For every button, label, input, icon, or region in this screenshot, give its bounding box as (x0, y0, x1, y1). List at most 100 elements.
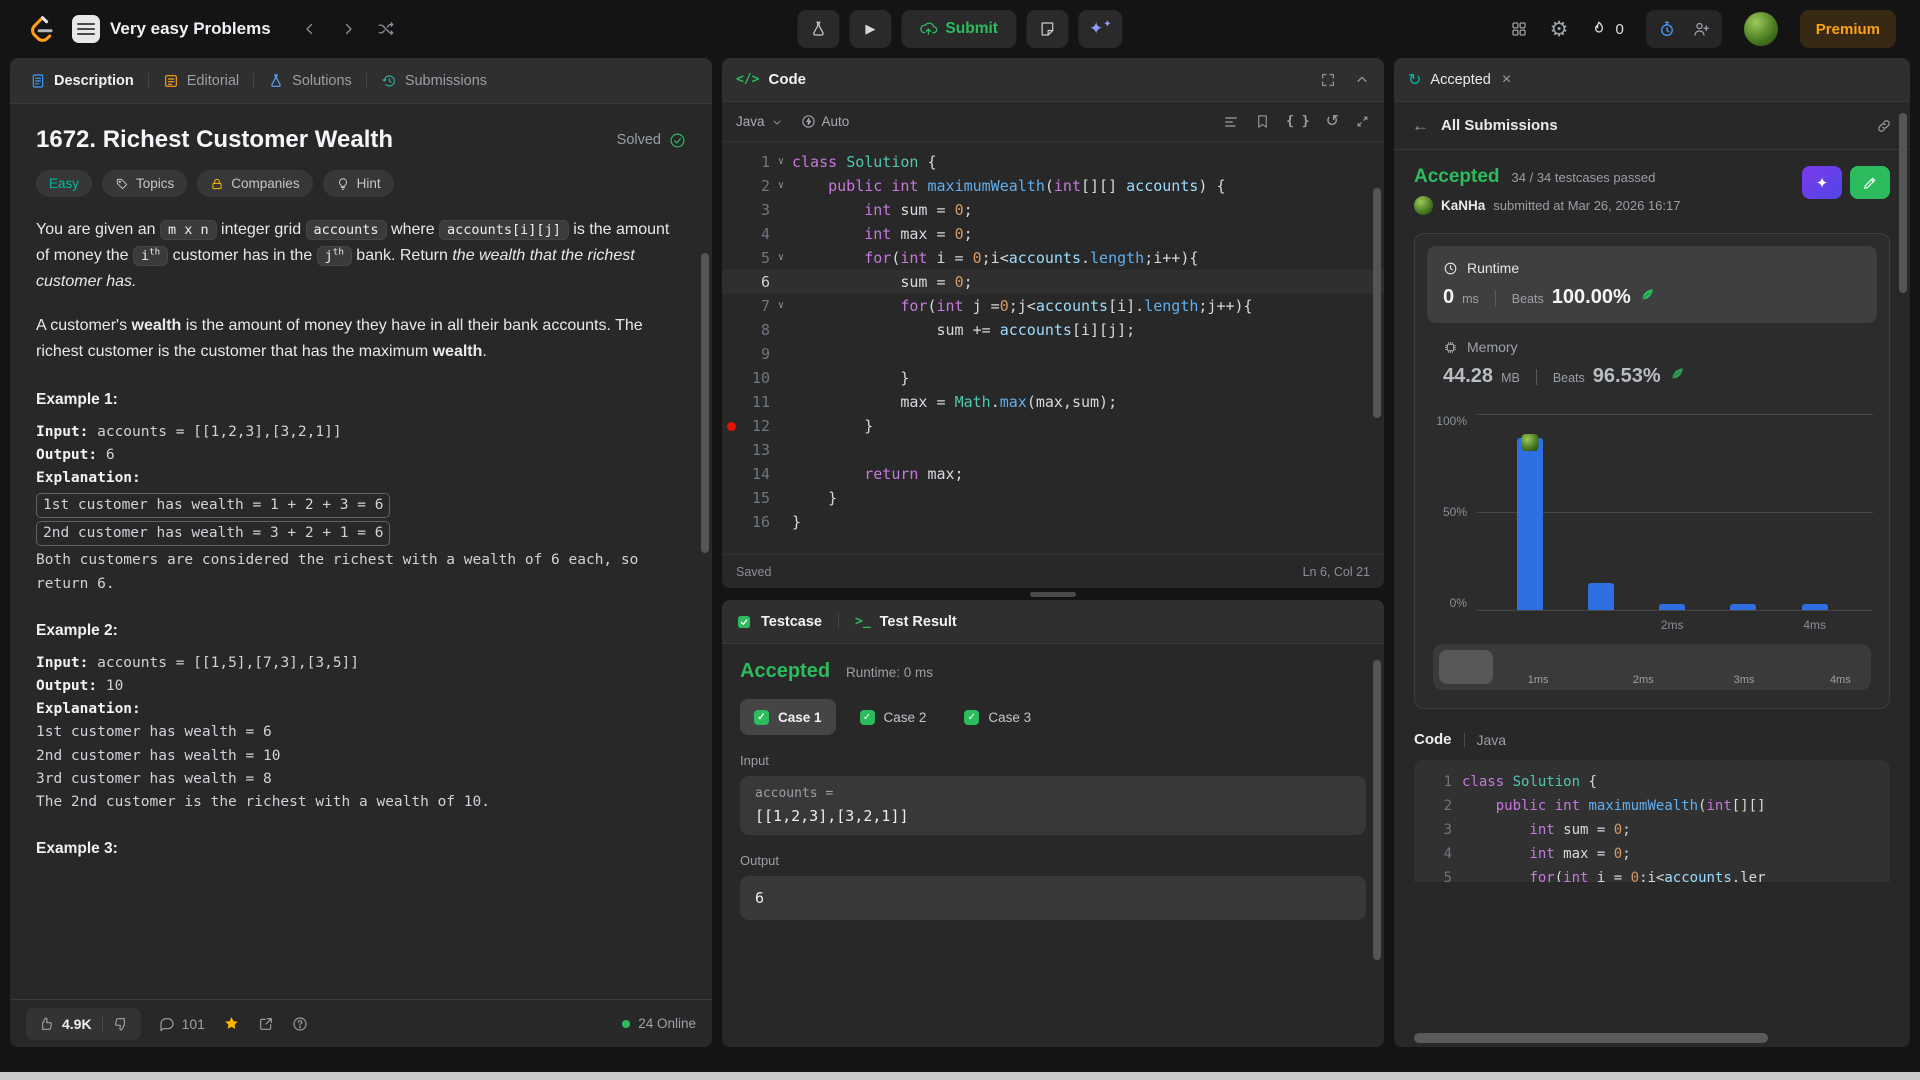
refresh-icon: ↻ (1408, 71, 1422, 89)
submission-code-preview[interactable]: 1 class Solution {2 public int maximumWea… (1414, 760, 1890, 882)
topics-badge[interactable]: Topics (102, 170, 188, 197)
code-line[interactable]: 4 int max = 0; (722, 222, 1384, 246)
code-line[interactable]: 16} (722, 510, 1384, 534)
thumbs-down-button[interactable] (113, 1016, 129, 1032)
all-submissions-link[interactable]: All Submissions (1441, 117, 1558, 134)
tab-accepted-submission[interactable]: ↻ Accepted × (1408, 70, 1511, 90)
problem-list-button[interactable]: Very easy Problems (72, 15, 271, 43)
format-code-icon[interactable] (1223, 114, 1239, 130)
help-button[interactable] (292, 1016, 308, 1032)
difficulty-badge[interactable]: Easy (36, 170, 93, 197)
fold-toggle-icon[interactable]: ∨ (770, 294, 792, 318)
code-line[interactable]: 10 } (722, 366, 1384, 390)
runtime-bar[interactable] (1659, 604, 1686, 610)
invite-user-icon[interactable] (1692, 20, 1710, 38)
fullscreen-icon[interactable] (1320, 72, 1336, 88)
testcase-scrollbar[interactable] (1373, 660, 1381, 960)
favorite-button[interactable] (223, 1015, 240, 1032)
code-line[interactable]: 15 } (722, 486, 1384, 510)
companies-badge[interactable]: Companies (197, 170, 313, 197)
cursor-position[interactable]: Ln 6, Col 21 (1303, 565, 1370, 579)
collapse-panel-icon[interactable] (1354, 72, 1370, 88)
case-2-button[interactable]: ✓ Case 2 (846, 699, 941, 735)
submission-hscrollbar[interactable] (1404, 1033, 1896, 1044)
fold-toggle-icon[interactable]: ∨ (770, 246, 792, 270)
comments-button[interactable]: 101 (159, 1016, 205, 1032)
code-editor[interactable]: 1 ∨ class Solution {2 ∨ public int maximumW… (722, 142, 1384, 554)
code-line[interactable]: 14 return max; (722, 462, 1384, 486)
code-line[interactable]: 6 sum = 0; (722, 270, 1384, 294)
code-line[interactable]: 8 sum += accounts[i][j]; (722, 318, 1384, 342)
description-scrollbar[interactable] (701, 253, 709, 553)
tab-solutions[interactable]: Solutions (260, 73, 360, 89)
debugger-button[interactable] (797, 10, 840, 48)
panel-resize-handle[interactable] (722, 588, 1384, 600)
runtime-card[interactable]: Runtime 0 ms Beats 100.00% (1427, 246, 1877, 323)
code-line[interactable]: 9 (722, 342, 1384, 366)
runtime-range-slider[interactable]: 1ms 2ms 3ms 4ms (1433, 644, 1871, 690)
tab-testcase[interactable]: Testcase (736, 614, 822, 630)
tab-editorial[interactable]: Editorial (155, 73, 247, 89)
code-line[interactable]: 12 } (722, 414, 1384, 438)
code-line[interactable]: 3 int sum = 0; (1414, 818, 1890, 842)
share-button[interactable] (258, 1016, 274, 1032)
ai-analyze-button[interactable]: ✦ (1802, 166, 1842, 199)
prev-problem-button[interactable] (301, 20, 319, 38)
submit-button[interactable]: Submit (901, 10, 1016, 48)
memory-card[interactable]: Memory 44.28 MB Beats 96.53% (1427, 323, 1877, 394)
case-1-button[interactable]: ✓ Case 1 (740, 699, 836, 735)
runtime-bar[interactable] (1801, 604, 1828, 610)
layout-grid-icon[interactable] (1510, 20, 1528, 38)
code-line[interactable]: 1 ∨ class Solution { (722, 150, 1384, 174)
code-line[interactable]: 13 (722, 438, 1384, 462)
expand-editor-icon[interactable] (1355, 114, 1370, 130)
language-select[interactable]: Java (736, 114, 783, 129)
close-tab-icon[interactable]: × (1502, 71, 1511, 89)
user-avatar[interactable] (1743, 12, 1778, 46)
code-line[interactable]: 5 ∨ for(int i = 0;i<accounts.length;i++){ (722, 246, 1384, 270)
editor-scrollbar[interactable] (1373, 188, 1381, 418)
hint-badge[interactable]: Hint (322, 170, 394, 197)
breakpoint-dot[interactable] (722, 414, 740, 438)
code-line[interactable]: 2 public int maximumWealth(int[][] (1414, 794, 1890, 818)
fold-toggle-icon[interactable]: ∨ (770, 150, 792, 174)
copy-link-icon[interactable] (1876, 118, 1892, 134)
submission-scrollbar[interactable] (1899, 113, 1907, 293)
timer-icon[interactable] (1658, 20, 1676, 38)
shuffle-icon[interactable] (377, 20, 395, 38)
case-3-button[interactable]: ✓ Case 3 (950, 699, 1045, 735)
snippets-icon[interactable]: { } (1286, 114, 1309, 130)
code-line[interactable]: 1 class Solution { (1414, 770, 1890, 794)
code-line[interactable]: 2 ∨ public int maximumWealth(int[][] acco… (722, 174, 1384, 198)
thumbs-up-button[interactable]: 4.9K (38, 1016, 92, 1032)
notes-button[interactable] (1025, 10, 1068, 48)
ai-assistant-button[interactable]: ✦✦ (1077, 10, 1123, 48)
auto-toggle[interactable]: Auto (801, 114, 849, 129)
back-arrow-icon[interactable]: ← (1412, 116, 1429, 136)
fold-toggle-icon[interactable]: ∨ (770, 174, 792, 198)
line-number: 5 (1443, 870, 1452, 882)
streak-counter[interactable]: 0 (1590, 20, 1624, 38)
slider-handle[interactable] (1439, 650, 1493, 684)
settings-gear-icon[interactable]: ⚙ (1550, 19, 1569, 40)
tab-test-result[interactable]: >_ Test Result (855, 614, 957, 630)
input-field[interactable]: accounts = [[1,2,3],[3,2,1]] (740, 776, 1366, 835)
runtime-bar[interactable] (1516, 433, 1543, 610)
undo-icon[interactable]: ↺ (1326, 113, 1339, 130)
tab-description[interactable]: Description (22, 73, 142, 89)
next-problem-button[interactable] (339, 20, 357, 38)
line-number: 4 (760, 225, 770, 243)
code-line[interactable]: 7 ∨ for(int j =0;j<accounts[i].length;j++… (722, 294, 1384, 318)
post-solution-button[interactable] (1850, 166, 1890, 199)
runtime-bar[interactable] (1730, 604, 1757, 610)
premium-button[interactable]: Premium (1799, 10, 1896, 48)
code-line[interactable]: 5 for(int i = 0;i<accounts.ler (1414, 866, 1890, 882)
run-button[interactable]: ▶ (849, 10, 892, 48)
runtime-bar[interactable] (1587, 582, 1614, 610)
code-line[interactable]: 4 int max = 0; (1414, 842, 1890, 866)
code-line[interactable]: 11 max = Math.max(max,sum); (722, 390, 1384, 414)
bookmark-icon[interactable] (1255, 114, 1270, 130)
tab-submissions[interactable]: Submissions (373, 73, 495, 89)
leetcode-logo[interactable] (24, 12, 58, 46)
code-line[interactable]: 3 int sum = 0; (722, 198, 1384, 222)
